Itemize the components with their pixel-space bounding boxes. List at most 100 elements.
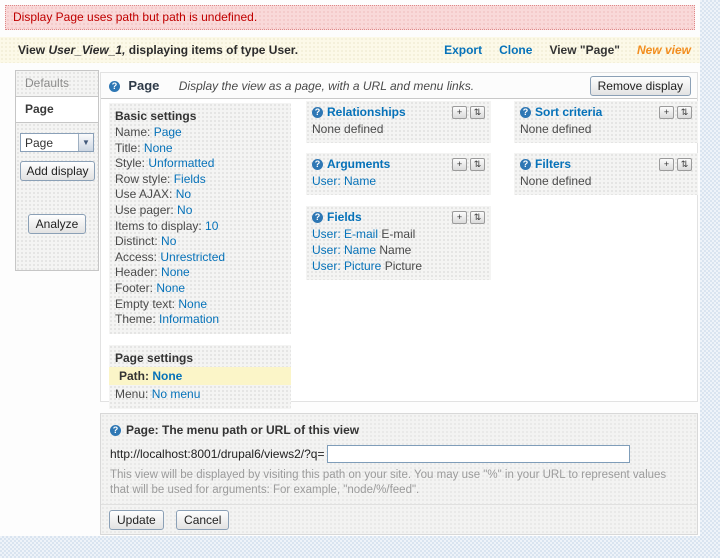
- rearrange-icon[interactable]: ⇅: [470, 105, 485, 119]
- update-button[interactable]: Update: [109, 510, 164, 530]
- setting-value-link[interactable]: Page: [154, 125, 182, 139]
- field-item-suffix: Name: [376, 243, 412, 257]
- setting-value-link[interactable]: None: [161, 265, 190, 279]
- filters-empty: None defined: [520, 174, 592, 188]
- relationships-empty: None defined: [312, 122, 384, 136]
- analyze-button[interactable]: Analyze: [27, 214, 87, 234]
- url-row: http://localhost:8001/drupal6/views2/?q=: [101, 437, 697, 463]
- field-item-link[interactable]: User: Picture: [312, 259, 381, 273]
- setting-label: Row style:: [115, 171, 171, 186]
- setting-row: Items to display: 10: [115, 219, 285, 235]
- setting-label: Title:: [115, 140, 141, 155]
- filters-block: ? Filters + ⇅ None defined: [514, 153, 698, 195]
- setting-row: Header: None: [115, 265, 285, 281]
- add-icon[interactable]: +: [659, 105, 674, 119]
- add-icon[interactable]: +: [452, 157, 467, 171]
- tab-page[interactable]: Page: [15, 97, 99, 123]
- url-prefix: http://localhost:8001/drupal6/views2/?q=: [110, 447, 325, 461]
- form-actions: Update Cancel: [101, 504, 697, 530]
- sort-criteria-title-link[interactable]: Sort criteria: [535, 105, 602, 119]
- setting-value-link[interactable]: No: [161, 234, 176, 248]
- path-value-link[interactable]: None: [152, 369, 182, 383]
- path-input[interactable]: [327, 445, 631, 463]
- view-summary-suffix: displaying items of type User.: [125, 43, 299, 57]
- setting-label: Empty text:: [115, 296, 176, 311]
- add-icon[interactable]: +: [659, 157, 674, 171]
- clone-link[interactable]: Clone: [499, 43, 532, 57]
- field-item: User: Name Name: [312, 242, 485, 258]
- field-item: User: Picture Picture: [312, 258, 485, 274]
- rearrange-icon[interactable]: ⇅: [470, 210, 485, 224]
- setting-row: Access: Unrestricted: [115, 250, 285, 266]
- menu-label: Menu:: [115, 387, 149, 401]
- new-view-link[interactable]: New view: [637, 43, 691, 57]
- setting-label: Use AJAX:: [115, 187, 173, 202]
- relationships-title-link[interactable]: Relationships: [327, 105, 406, 119]
- help-icon[interactable]: ?: [520, 106, 531, 118]
- setting-row: Use pager: No: [115, 203, 285, 219]
- add-icon[interactable]: +: [452, 105, 467, 119]
- help-icon[interactable]: ?: [520, 158, 531, 170]
- setting-label: Use pager:: [115, 202, 174, 217]
- setting-value-link[interactable]: None: [156, 281, 185, 295]
- form-description: This view will be displayed by visiting …: [110, 469, 667, 496]
- tab-defaults[interactable]: Defaults: [15, 70, 99, 97]
- help-icon[interactable]: ?: [110, 425, 121, 436]
- setting-label: Access:: [115, 249, 158, 264]
- path-settings-form: ? Page: The menu path or URL of this view…: [100, 413, 698, 535]
- help-icon[interactable]: ?: [109, 81, 120, 92]
- setting-value-link[interactable]: Fields: [174, 172, 206, 186]
- add-icon[interactable]: +: [452, 210, 467, 224]
- setting-value-link[interactable]: Information: [159, 312, 219, 326]
- help-icon[interactable]: ?: [312, 211, 323, 223]
- setting-label: Footer:: [115, 280, 154, 295]
- cancel-button[interactable]: Cancel: [176, 510, 230, 530]
- setting-label: Distinct:: [115, 234, 158, 249]
- setting-label: Name:: [115, 125, 151, 139]
- display-description: Display the view as a page, with a URL a…: [178, 79, 475, 93]
- filters-title-link[interactable]: Filters: [535, 157, 571, 171]
- sort-criteria-block: ? Sort criteria + ⇅ None defined: [514, 101, 698, 143]
- field-item-link[interactable]: User: Name: [312, 243, 376, 257]
- rearrange-icon[interactable]: ⇅: [677, 157, 692, 171]
- setting-label: Items to display:: [115, 218, 202, 233]
- views-ui-screen: Display Page uses path but path is undef…: [0, 0, 720, 558]
- setting-value-link[interactable]: None: [178, 297, 207, 311]
- arguments-title-link[interactable]: Arguments: [327, 157, 390, 171]
- display-type-selected: Page: [25, 136, 54, 150]
- setting-label: Style:: [115, 156, 146, 171]
- field-item-link[interactable]: User: E-mail: [312, 227, 378, 241]
- arguments-block: ? Arguments + ⇅ User: Name: [306, 153, 491, 195]
- argument-item: User: Name: [312, 173, 485, 189]
- display-type-select[interactable]: Page ▼: [20, 133, 94, 152]
- basic-settings-title: Basic settings: [115, 109, 197, 123]
- view-summary-prefix: View: [18, 43, 49, 57]
- basic-settings-block: Basic settings Name: Page Title: None St…: [109, 103, 291, 334]
- remove-display-button[interactable]: Remove display: [589, 76, 691, 96]
- add-display-button[interactable]: Add display: [20, 161, 95, 181]
- setting-label: Theme:: [115, 312, 156, 327]
- view-page-link[interactable]: View "Page": [549, 43, 620, 57]
- rearrange-icon[interactable]: ⇅: [677, 105, 692, 119]
- setting-value-link[interactable]: 10: [205, 219, 218, 233]
- filters-header: ? Filters + ⇅: [520, 157, 692, 171]
- fields-block: ? Fields + ⇅ User: E-mail E-mail User: N…: [306, 206, 491, 280]
- help-icon[interactable]: ?: [312, 158, 323, 170]
- help-icon[interactable]: ?: [312, 106, 323, 118]
- menu-value-link[interactable]: No menu: [152, 387, 201, 401]
- setting-value-link[interactable]: No: [176, 187, 191, 201]
- rearrange-icon[interactable]: ⇅: [470, 157, 485, 171]
- setting-row: Title: None: [115, 141, 285, 157]
- display-sidebar: Defaults Page Page ▼ Add display Analyze: [15, 70, 99, 271]
- chevron-down-icon: ▼: [78, 134, 93, 151]
- setting-value-link[interactable]: No: [177, 203, 192, 217]
- export-link[interactable]: Export: [444, 43, 482, 57]
- arguments-header: ? Arguments + ⇅: [312, 157, 485, 171]
- argument-item-link[interactable]: User: Name: [312, 174, 376, 188]
- setting-value-link[interactable]: None: [144, 141, 173, 155]
- setting-value-link[interactable]: Unrestricted: [160, 250, 225, 264]
- view-name: User_View_1,: [48, 43, 126, 57]
- display-panel-header: Remove display ? Page Display the view a…: [101, 73, 697, 99]
- setting-value-link[interactable]: Unformatted: [148, 156, 214, 170]
- fields-title-link[interactable]: Fields: [327, 210, 362, 224]
